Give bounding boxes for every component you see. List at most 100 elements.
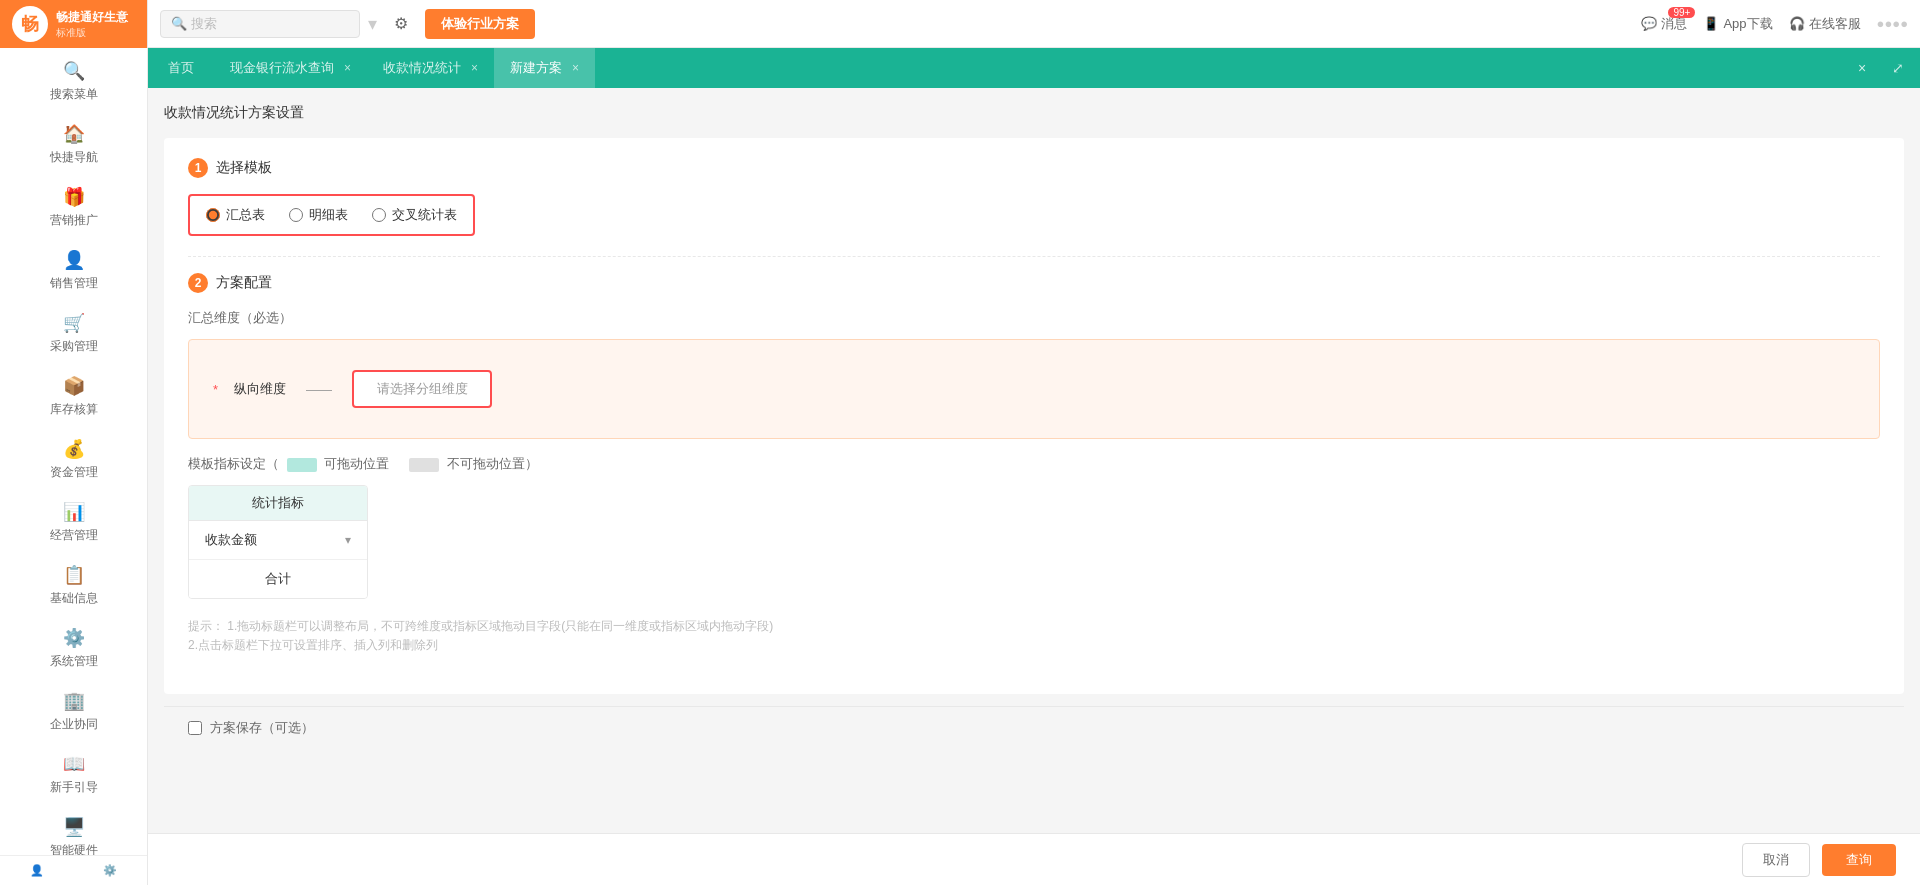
sidebar-nav: 🔍 搜索菜单 🏠 快捷导航 🎁 营销推广 👤 销售管理 🛒 采购管理 📦 库存核…: [0, 48, 147, 855]
sidebar-item-label: 系统管理: [50, 653, 98, 670]
radio-detail[interactable]: 明细表: [289, 206, 348, 224]
sidebar-item-label: 智能硬件: [50, 842, 98, 855]
sidebar-item-label: 新手引导: [50, 779, 98, 796]
metrics-cell-amount[interactable]: 收款金额 ▾: [189, 521, 367, 559]
sidebar-item-quicknav[interactable]: 🏠 快捷导航: [0, 111, 147, 174]
radio-detail-input[interactable]: [289, 208, 303, 222]
sidebar-item-sales[interactable]: 👤 销售管理: [0, 237, 147, 300]
service-label: 在线客服: [1809, 15, 1861, 33]
save-label: 方案保存（可选）: [210, 719, 314, 737]
divider-1: [188, 256, 1880, 257]
sidebar-item-marketing[interactable]: 🎁 营销推广: [0, 174, 147, 237]
tab-bank[interactable]: 现金银行流水查询 ×: [214, 48, 367, 88]
chart-icon: 📊: [63, 501, 85, 523]
cancel-button[interactable]: 取消: [1742, 843, 1810, 877]
metrics-section-label: 模板指标设定（ 可拖动位置 不可拖动位置）: [188, 455, 1880, 473]
sidebar-item-hardware[interactable]: 🖥️ 智能硬件: [0, 804, 147, 855]
sidebar-item-search[interactable]: 🔍 搜索菜单: [0, 48, 147, 111]
window-maximize-button[interactable]: ⤢: [1884, 54, 1912, 82]
tips-item-1: 提示： 1.拖动标题栏可以调整布局，不可跨维度或指标区域拖动目字段(只能在同一维…: [188, 618, 1880, 635]
step1-section: 1 选择模板 汇总表 明细表 交叉统计表: [188, 158, 1880, 236]
tabs-bar: 首页 现金银行流水查询 × 收款情况统计 × 新建方案 × × ⤢: [148, 48, 1920, 88]
query-button[interactable]: 查询: [1822, 844, 1896, 876]
logo-text-block: 畅捷通好生意 标准版: [56, 9, 128, 40]
dimension-row-label: 纵向维度: [234, 380, 286, 398]
radio-summary[interactable]: 汇总表: [206, 206, 265, 224]
gear-button[interactable]: ⚙: [385, 8, 417, 40]
sidebar-item-guide[interactable]: 📖 新手引导: [0, 741, 147, 804]
window-close-button[interactable]: ×: [1848, 54, 1876, 82]
save-section: 方案保存（可选）: [164, 706, 1904, 749]
user-info: ●●●●: [1877, 16, 1908, 31]
topbar: 🔍 搜索 ▾ ⚙ 体验行业方案 💬 消息 99+ 📱 App下载 🎧 在线客服 …: [148, 0, 1920, 48]
sidebar-bottom-settings[interactable]: ⚙️: [103, 864, 117, 877]
building-icon: 🏢: [63, 690, 85, 712]
sidebar-item-operation[interactable]: 📊 经营管理: [0, 489, 147, 552]
tab-home[interactable]: 首页: [148, 48, 214, 88]
sidebar-item-label: 营销推广: [50, 212, 98, 229]
topbar-right: 💬 消息 99+ 📱 App下载 🎧 在线客服 ●●●●: [1641, 15, 1908, 33]
tab-new[interactable]: 新建方案 ×: [494, 48, 595, 88]
tips-section: 提示： 1.拖动标题栏可以调整布局，不可跨维度或指标区域拖动目字段(只能在同一维…: [188, 618, 1880, 654]
monitor-icon: 🖥️: [63, 816, 85, 838]
sidebar-item-label: 采购管理: [50, 338, 98, 355]
dimension-select-button[interactable]: 请选择分组维度: [352, 370, 492, 408]
radio-summary-label: 汇总表: [226, 206, 265, 224]
dimension-arrow: ——: [306, 382, 332, 397]
save-checkbox[interactable]: [188, 721, 202, 735]
sidebar-item-enterprise[interactable]: 🏢 企业协同: [0, 678, 147, 741]
footer-bar: 取消 查询: [148, 833, 1920, 885]
tab-receipt-close[interactable]: ×: [471, 61, 478, 75]
box-icon: 📦: [63, 375, 85, 397]
clipboard-icon: 📋: [63, 564, 85, 586]
logo-char: 畅: [21, 12, 39, 36]
tab-bank-close[interactable]: ×: [344, 61, 351, 75]
metrics-nodrag-label: 不可拖动位置）: [447, 456, 538, 471]
radio-detail-label: 明细表: [309, 206, 348, 224]
sidebar-item-label: 经营管理: [50, 527, 98, 544]
search-dropdown-icon[interactable]: ▾: [368, 13, 377, 35]
content-area: 收款情况统计方案设置 1 选择模板 汇总表 明细表: [148, 88, 1920, 833]
cart-icon: 🛒: [63, 312, 85, 334]
step2-section: 2 方案配置 汇总维度（必选） * 纵向维度 —— 请选择分组维度 模板指标设定…: [188, 273, 1880, 654]
sidebar-item-label: 库存核算: [50, 401, 98, 418]
radio-cross-input[interactable]: [372, 208, 386, 222]
search-icon: 🔍: [63, 60, 85, 82]
metrics-cell-amount-text: 收款金额: [205, 531, 257, 549]
sidebar-item-finance[interactable]: 💰 资金管理: [0, 426, 147, 489]
sidebar-item-basic[interactable]: 📋 基础信息: [0, 552, 147, 615]
trial-button[interactable]: 体验行业方案: [425, 9, 535, 39]
tab-home-label: 首页: [168, 59, 194, 77]
dimension-row: * 纵向维度 —— 请选择分组维度: [213, 370, 492, 408]
message-badge: 99+: [1668, 7, 1695, 18]
tips-item-2: 2.点击标题栏下拉可设置排序、插入列和删除列: [188, 637, 1880, 654]
metrics-cell-dropdown-icon[interactable]: ▾: [345, 533, 351, 547]
online-service-button[interactable]: 🎧 在线客服: [1789, 15, 1861, 33]
gift-icon: 🎁: [63, 186, 85, 208]
metrics-drag-label: 可拖动位置: [324, 456, 389, 471]
nodrag-indicator: [409, 458, 439, 472]
tab-new-close[interactable]: ×: [572, 61, 579, 75]
sidebar-bottom: 👤 ⚙️: [0, 855, 147, 885]
step1-num: 1: [188, 158, 208, 178]
money-icon: 💰: [63, 438, 85, 460]
message-icon: 💬: [1641, 16, 1657, 31]
topbar-search[interactable]: 🔍 搜索: [160, 10, 360, 38]
dimension-area: * 纵向维度 —— 请选择分组维度: [188, 339, 1880, 439]
sidebar-item-label: 基础信息: [50, 590, 98, 607]
sidebar-bottom-user[interactable]: 👤: [30, 864, 44, 877]
home-icon: 🏠: [63, 123, 85, 145]
download-label: App下载: [1723, 15, 1772, 33]
sidebar-item-purchase[interactable]: 🛒 采购管理: [0, 300, 147, 363]
tab-receipt[interactable]: 收款情况统计 ×: [367, 48, 494, 88]
sidebar-item-label: 快捷导航: [50, 149, 98, 166]
message-button[interactable]: 💬 消息 99+: [1641, 15, 1687, 33]
service-icon: 🎧: [1789, 16, 1805, 31]
radio-cross[interactable]: 交叉统计表: [372, 206, 457, 224]
sidebar-item-inventory[interactable]: 📦 库存核算: [0, 363, 147, 426]
sidebar-logo: 畅 畅捷通好生意 标准版: [0, 0, 147, 48]
sidebar-item-system[interactable]: ⚙️ 系统管理: [0, 615, 147, 678]
search-icon: 🔍: [171, 16, 187, 31]
radio-summary-input[interactable]: [206, 208, 220, 222]
app-download-button[interactable]: 📱 App下载: [1703, 15, 1772, 33]
